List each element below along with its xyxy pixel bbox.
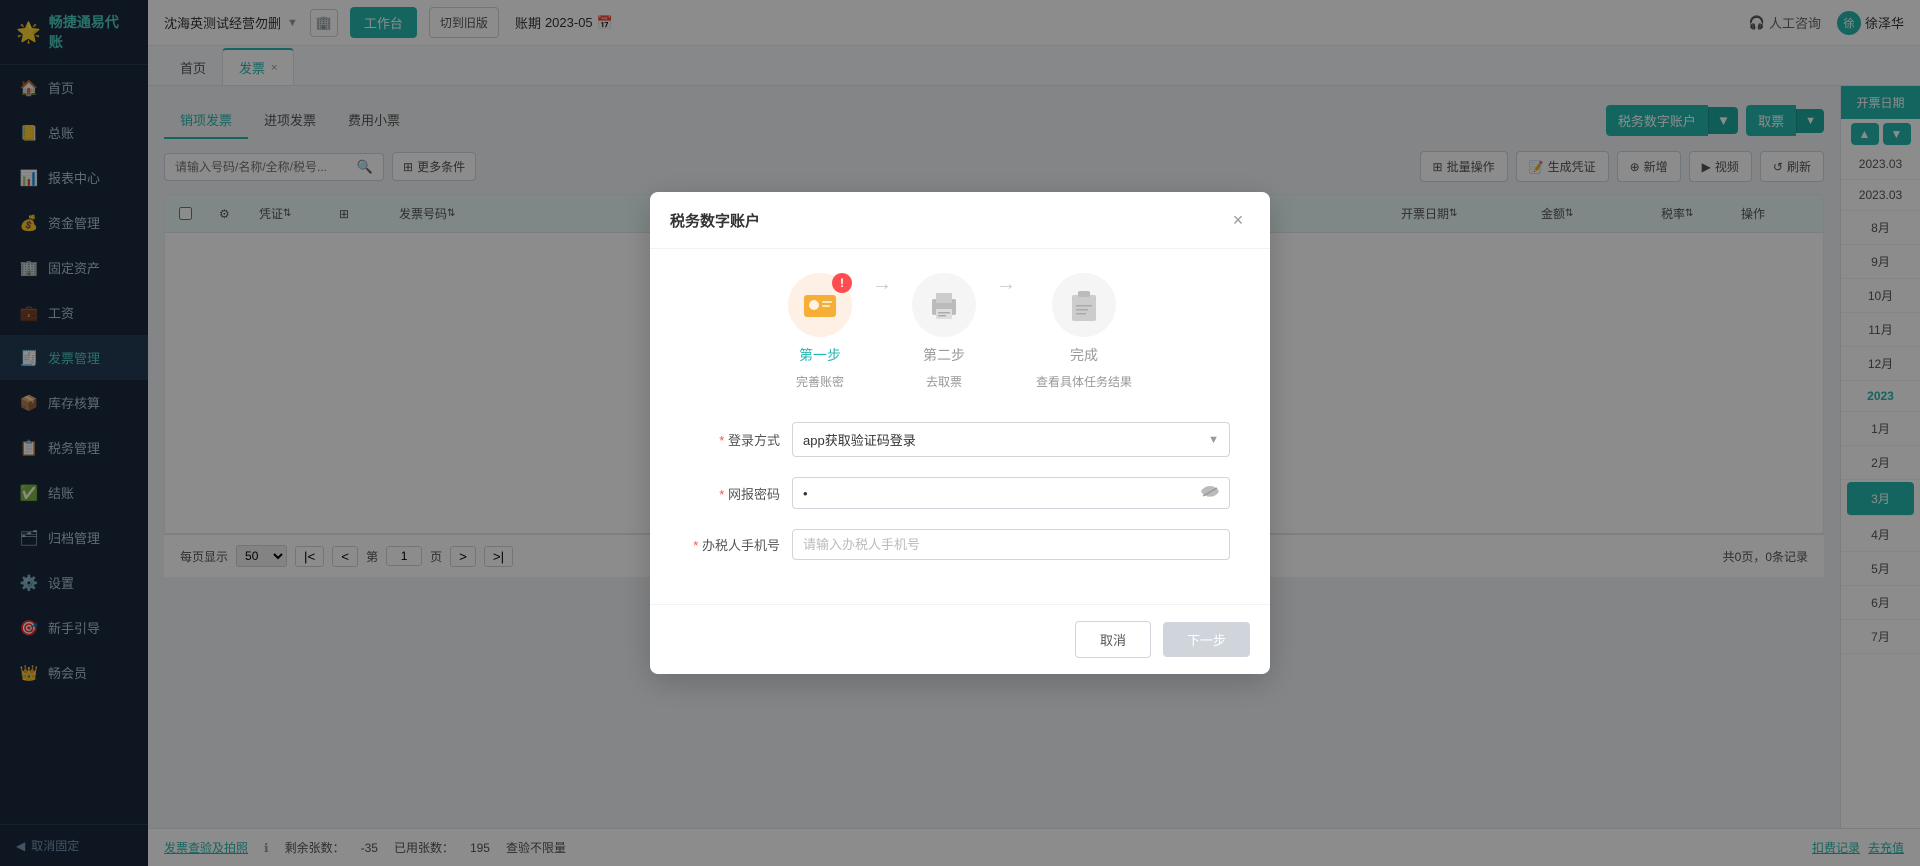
login-method-row: * 登录方式 app获取验证码登录 ▼	[690, 422, 1230, 457]
step-3: 完成 查看具体任务结果	[1036, 273, 1132, 390]
printer-icon	[924, 285, 964, 325]
step-3-sublabel: 查看具体任务结果	[1036, 373, 1132, 390]
modal-body: ! 第一步 完善账密 →	[650, 249, 1270, 604]
steps-indicator: ! 第一步 完善账密 →	[690, 273, 1230, 390]
password-toggle-icon[interactable]	[1201, 485, 1219, 501]
step-3-label: 完成	[1070, 345, 1098, 365]
id-card-icon	[800, 285, 840, 325]
modal-footer: 取消 下一步	[650, 604, 1270, 674]
step-1-error-badge: !	[832, 273, 852, 293]
modal-close-button[interactable]: ×	[1226, 208, 1250, 232]
modal-form: * 登录方式 app获取验证码登录 ▼ * 网报密码	[690, 422, 1230, 560]
step-1: ! 第一步 完善账密	[788, 273, 852, 390]
clipboard-icon	[1064, 285, 1104, 325]
step-2-sublabel: 去取票	[926, 373, 962, 390]
phone-input-wrap	[792, 529, 1230, 560]
step-1-label: 第一步	[799, 345, 841, 365]
phone-row: * 办税人手机号	[690, 529, 1230, 560]
step-1-icon-container: !	[788, 273, 852, 337]
select-arrow-icon: ▼	[1208, 434, 1219, 446]
modal-overlay: 税务数字账户 ×	[0, 0, 1920, 866]
modal-cancel-button[interactable]: 取消	[1075, 621, 1151, 658]
step-2: 第二步 去取票	[912, 273, 976, 390]
required-star: *	[719, 433, 724, 448]
login-method-value: app获取验证码登录	[803, 430, 916, 449]
modal-title: 税务数字账户	[670, 210, 760, 231]
step-arrow-2: →	[976, 273, 1036, 328]
tax-account-modal: 税务数字账户 ×	[650, 192, 1270, 674]
step-2-label: 第二步	[923, 345, 965, 365]
step-1-sublabel: 完善账密	[796, 373, 844, 390]
required-star2: *	[719, 487, 724, 502]
step-3-icon-wrap	[1052, 273, 1116, 337]
password-input-wrap	[792, 477, 1230, 509]
login-method-label: * 登录方式	[690, 430, 780, 449]
modal-next-button[interactable]: 下一步	[1163, 622, 1250, 657]
modal-header: 税务数字账户 ×	[650, 192, 1270, 249]
password-input[interactable]	[803, 486, 1201, 501]
password-row: * 网报密码	[690, 477, 1230, 509]
login-method-select[interactable]: app获取验证码登录 ▼	[792, 422, 1230, 457]
password-label: * 网报密码	[690, 484, 780, 503]
step-2-icon-wrap	[912, 273, 976, 337]
phone-input[interactable]	[803, 537, 1219, 552]
phone-label: * 办税人手机号	[690, 535, 780, 554]
required-star3: *	[693, 538, 698, 553]
step-arrow-1: →	[852, 273, 912, 328]
